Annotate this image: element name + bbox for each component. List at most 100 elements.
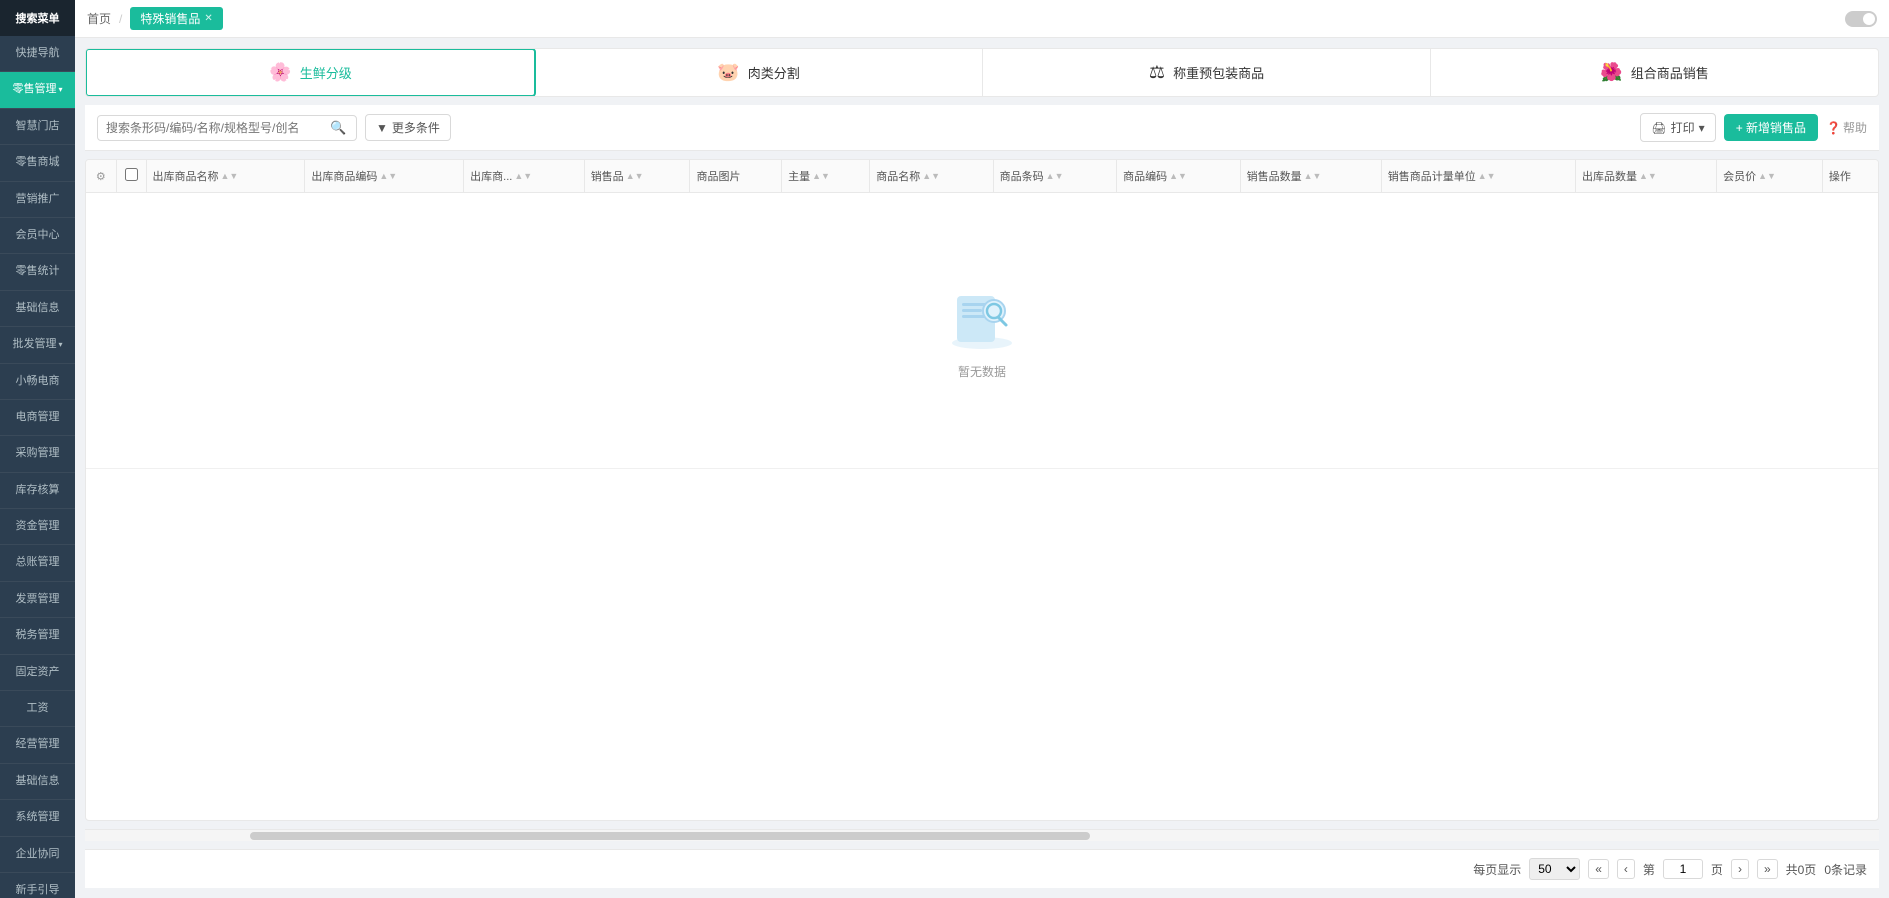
page-size-select[interactable]: 50 10 20 100: [1529, 858, 1580, 880]
breadcrumb-home[interactable]: 首页: [87, 10, 111, 27]
search-input[interactable]: [106, 121, 326, 135]
sidebar-item-retail-mall[interactable]: 零售商城: [0, 145, 75, 181]
prev-page-button[interactable]: ‹: [1617, 859, 1635, 879]
chevron-down-icon: ▾: [58, 84, 62, 95]
sort-icon-goods-barcode[interactable]: ▲▼: [1046, 172, 1064, 181]
next-page-button[interactable]: ›: [1731, 859, 1749, 879]
th-sale-unit: 销售商品计量单位 ▲▼: [1381, 160, 1575, 193]
sidebar-item-ledger-mgmt[interactable]: 总账管理: [0, 545, 75, 581]
sort-icon-sale-qty[interactable]: ▲▼: [1304, 172, 1322, 181]
sidebar-item-tax-mgmt[interactable]: 税务管理: [0, 618, 75, 654]
close-icon[interactable]: ✕: [204, 13, 212, 24]
sort-icon-out-goods-info[interactable]: ▲▼: [514, 172, 532, 181]
sidebar-logo[interactable]: 搜索菜单: [0, 0, 75, 36]
sort-icon-goods-name[interactable]: ▲▼: [922, 172, 940, 181]
th-goods-code: 商品编码 ▲▼: [1117, 160, 1240, 193]
th-settings[interactable]: ⚙: [86, 160, 116, 193]
tab-weight-pack[interactable]: ⚖ 称重预包装商品: [983, 49, 1431, 96]
empty-state: 暂无数据: [92, 201, 1872, 460]
filter-button[interactable]: ▼ 更多条件: [365, 114, 451, 141]
sort-icon-sale-goods[interactable]: ▲▼: [626, 172, 644, 181]
sidebar-item-inventory-calc[interactable]: 库存核算: [0, 473, 75, 509]
sidebar-item-member-center[interactable]: 会员中心: [0, 218, 75, 254]
sidebar-item-retail-stats[interactable]: 零售统计: [0, 254, 75, 290]
chevron-down-icon-2: ▾: [58, 339, 62, 350]
sort-icon-main-weight[interactable]: ▲▼: [812, 172, 830, 181]
sidebar-item-ecommerce-mgmt[interactable]: 电商管理: [0, 400, 75, 436]
th-goods-image: 商品图片: [690, 160, 782, 193]
sidebar-item-invoice-mgmt[interactable]: 发票管理: [0, 582, 75, 618]
sidebar-item-finance-mgmt[interactable]: 资金管理: [0, 509, 75, 545]
tab-meat-cut[interactable]: 🐷 肉类分割: [535, 49, 983, 96]
th-sale-goods: 销售品 ▲▼: [584, 160, 690, 193]
print-icon: 🖨: [1651, 121, 1666, 135]
sidebar-item-smart-store[interactable]: 智慧门店: [0, 109, 75, 145]
sidebar-item-marketing[interactable]: 营销推广: [0, 182, 75, 218]
table-header-row: ⚙ 出库商品名称 ▲▼ 出库商品编码 ▲▼: [86, 160, 1878, 193]
sidebar-item-enterprise-collab[interactable]: 企业协同: [0, 837, 75, 873]
th-sale-qty: 销售品数量 ▲▼: [1240, 160, 1381, 193]
top-bar: 首页 / 特殊销售品 ✕: [75, 0, 1889, 38]
page-label: 第: [1643, 861, 1655, 878]
scrollbar-thumb[interactable]: [250, 832, 1090, 840]
sidebar-item-quick-nav[interactable]: 快捷导航: [0, 36, 75, 72]
sidebar-item-basic-info-1[interactable]: 基础信息: [0, 291, 75, 327]
th-out-qty: 出库品数量 ▲▼: [1575, 160, 1716, 193]
category-tabs: 🌸 生鲜分级 🐷 肉类分割 ⚖ 称重预包装商品 🌺 组合商品销售: [85, 48, 1879, 97]
sidebar: 搜索菜单 快捷导航 零售管理 ▾ 智慧门店 零售商城 营销推广 会员中心 零售统…: [0, 0, 75, 898]
breadcrumb-current[interactable]: 特殊销售品 ✕: [130, 7, 222, 30]
tab-fresh-grade[interactable]: 🌸 生鲜分级: [85, 48, 536, 97]
toolbar-right: 🖨 打印 ▾ + 新增销售品 ❓ 帮助: [1640, 113, 1867, 142]
sort-icon-goods-code[interactable]: ▲▼: [1169, 172, 1187, 181]
sidebar-item-purchase-mgmt[interactable]: 采购管理: [0, 436, 75, 472]
sort-icon-out-goods-code[interactable]: ▲▼: [379, 172, 397, 181]
th-main-weight: 主量 ▲▼: [782, 160, 870, 193]
horizontal-scrollbar[interactable]: [85, 829, 1879, 841]
th-checkbox[interactable]: [116, 160, 146, 193]
last-page-button[interactable]: »: [1757, 859, 1778, 879]
weight-pack-icon: ⚖: [1149, 62, 1165, 83]
th-out-goods-code: 出库商品编码 ▲▼: [305, 160, 464, 193]
search-icon[interactable]: 🔍: [330, 120, 346, 136]
th-member-price: 会员价 ▲▼: [1717, 160, 1823, 193]
fresh-grade-icon: 🌸: [269, 62, 291, 83]
sidebar-item-wholesale-mgmt[interactable]: 批发管理 ▾: [0, 327, 75, 363]
top-bar-right: [1845, 11, 1877, 27]
help-button[interactable]: ❓ 帮助: [1826, 119, 1867, 136]
page-input[interactable]: [1663, 859, 1703, 879]
tab-combo-sale[interactable]: 🌺 组合商品销售: [1431, 49, 1878, 96]
sidebar-item-basic-info-2[interactable]: 基础信息: [0, 764, 75, 800]
sort-icon-member-price[interactable]: ▲▼: [1758, 172, 1776, 181]
page-size-label: 每页显示: [1473, 861, 1521, 878]
sidebar-item-fixed-assets[interactable]: 固定资产: [0, 655, 75, 691]
help-icon: ❓: [1826, 121, 1841, 135]
main-content: 首页 / 特殊销售品 ✕ 🌸 生鲜分级 🐷 肉类分割 ⚖ 称重预包装商品: [75, 0, 1889, 898]
empty-text: 暂无数据: [958, 363, 1006, 380]
toggle-switch[interactable]: [1845, 11, 1877, 27]
data-table: ⚙ 出库商品名称 ▲▼ 出库商品编码 ▲▼: [86, 160, 1878, 469]
first-page-button[interactable]: «: [1588, 859, 1609, 879]
breadcrumb-separator: /: [119, 12, 122, 26]
print-button[interactable]: 🖨 打印 ▾: [1640, 113, 1715, 142]
sidebar-item-business-mgmt[interactable]: 经营管理: [0, 727, 75, 763]
th-goods-name: 商品名称 ▲▼: [870, 160, 993, 193]
add-sale-item-button[interactable]: + 新增销售品: [1724, 114, 1818, 141]
sort-icon-out-qty[interactable]: ▲▼: [1639, 172, 1657, 181]
sidebar-item-salary[interactable]: 工资: [0, 691, 75, 727]
empty-state-illustration: [942, 281, 1022, 351]
sidebar-item-retail-mgmt[interactable]: 零售管理 ▾: [0, 72, 75, 108]
sidebar-item-newbie-guide[interactable]: 新手引导: [0, 873, 75, 898]
filter-icon: ▼: [376, 121, 388, 135]
th-out-goods-name: 出库商品名称 ▲▼: [146, 160, 305, 193]
empty-state-cell: 暂无数据: [86, 193, 1878, 469]
th-goods-barcode: 商品条码 ▲▼: [993, 160, 1116, 193]
sidebar-item-ecommerce-small[interactable]: 小畅电商: [0, 364, 75, 400]
select-all-checkbox[interactable]: [125, 168, 138, 181]
pagination-bar: 每页显示 50 10 20 100 « ‹ 第 页 › » 共0页 0条记录: [85, 849, 1879, 888]
combo-sale-icon: 🌺: [1600, 62, 1622, 83]
sort-icon-out-goods-name[interactable]: ▲▼: [221, 172, 239, 181]
total-pages: 共0页: [1786, 861, 1817, 878]
sidebar-item-system-mgmt[interactable]: 系统管理: [0, 800, 75, 836]
sort-icon-sale-unit[interactable]: ▲▼: [1478, 172, 1496, 181]
print-arrow-icon: ▾: [1699, 121, 1705, 135]
